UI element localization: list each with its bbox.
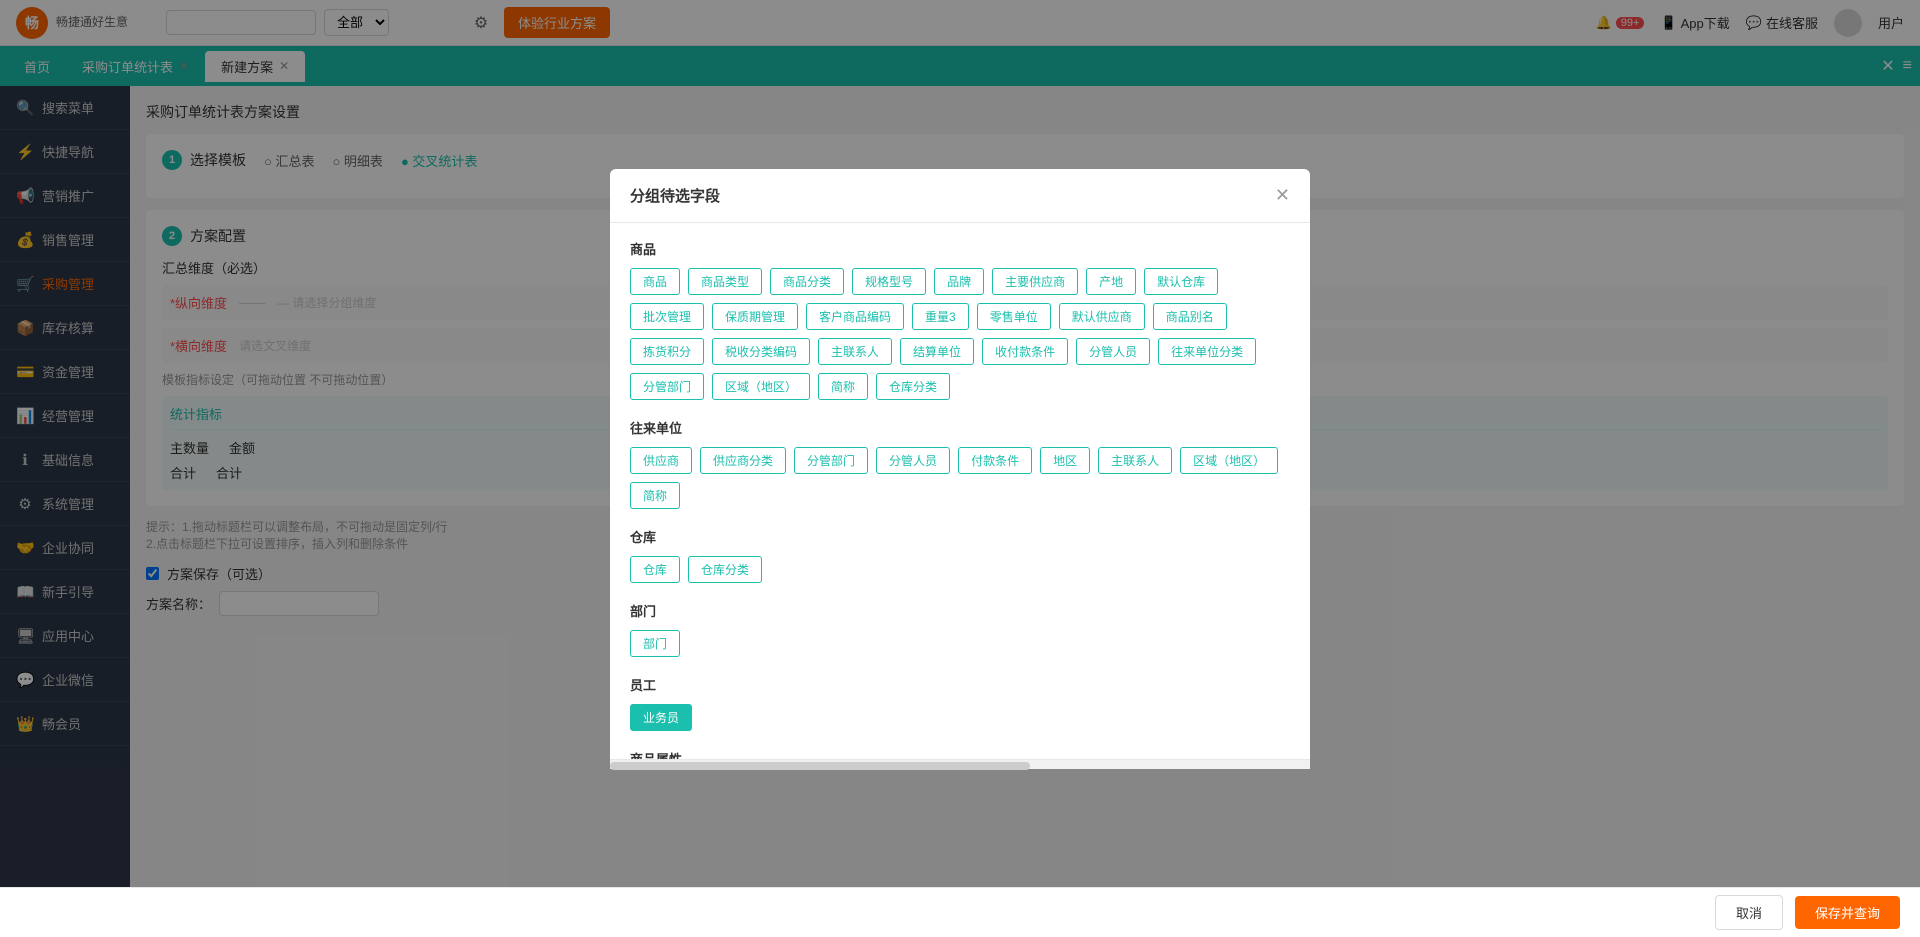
field-tag-department[interactable]: 部门 xyxy=(630,630,680,657)
field-tag-brand[interactable]: 品牌 xyxy=(934,268,984,295)
field-tag-main-contact[interactable]: 主联系人 xyxy=(818,338,892,365)
modal-scrollbar-thumb[interactable] xyxy=(610,762,1030,770)
field-tag-abbr[interactable]: 简称 xyxy=(818,373,868,400)
section-goods-tags: 商品 商品类型 商品分类 规格型号 品牌 主要供应商 产地 默认仓库 批次管理 … xyxy=(630,268,1290,400)
field-tag-warehouse-cat[interactable]: 仓库分类 xyxy=(688,556,762,583)
modal-dialog: 分组待选字段 ✕ 商品 商品 商品类型 商品分类 规格型号 品牌 主要供应商 产… xyxy=(610,169,1310,769)
field-tag-default-warehouse[interactable]: 默认仓库 xyxy=(1144,268,1218,295)
cancel-button[interactable]: 取消 xyxy=(1715,895,1783,930)
field-tag-pick-points[interactable]: 拣货积分 xyxy=(630,338,704,365)
save-button[interactable]: 保存并查询 xyxy=(1795,896,1900,929)
modal-body[interactable]: 商品 商品 商品类型 商品分类 规格型号 品牌 主要供应商 产地 默认仓库 批次… xyxy=(610,223,1310,759)
field-tag-goods-type[interactable]: 商品类型 xyxy=(688,268,762,295)
field-tag-warehouse-category[interactable]: 仓库分类 xyxy=(876,373,950,400)
field-tag-region2[interactable]: 区域（地区） xyxy=(1180,447,1278,474)
field-tag-region[interactable]: 区域（地区） xyxy=(712,373,810,400)
field-tag-supplier-category[interactable]: 供应商分类 xyxy=(700,447,786,474)
field-tag-warehouse[interactable]: 仓库 xyxy=(630,556,680,583)
field-tag-counterpart-category[interactable]: 往来单位分类 xyxy=(1158,338,1256,365)
field-tag-retail-unit[interactable]: 零售单位 xyxy=(977,303,1051,330)
section-goods-title: 商品 xyxy=(630,239,1290,258)
section-goods: 商品 商品 商品类型 商品分类 规格型号 品牌 主要供应商 产地 默认仓库 批次… xyxy=(630,239,1290,400)
section-employee-title: 员工 xyxy=(630,675,1290,694)
section-department-tags: 部门 xyxy=(630,630,1290,657)
field-tag-payment-terms[interactable]: 收付款条件 xyxy=(982,338,1068,365)
field-tag-area[interactable]: 地区 xyxy=(1040,447,1090,474)
field-tag-tax-code[interactable]: 税收分类编码 xyxy=(712,338,810,365)
field-tag-default-supplier[interactable]: 默认供应商 xyxy=(1059,303,1145,330)
field-tag-goods[interactable]: 商品 xyxy=(630,268,680,295)
section-counterpart-title: 往来单位 xyxy=(630,418,1290,437)
section-department: 部门 部门 xyxy=(630,601,1290,657)
section-warehouse-title: 仓库 xyxy=(630,527,1290,546)
section-department-title: 部门 xyxy=(630,601,1290,620)
field-tag-goods-alias[interactable]: 商品别名 xyxy=(1153,303,1227,330)
modal-header: 分组待选字段 ✕ xyxy=(610,169,1310,223)
section-employee-tags: 业务员 xyxy=(630,704,1290,731)
section-counterpart-tags: 供应商 供应商分类 分管部门 分管人员 付款条件 地区 主联系人 区域（地区） … xyxy=(630,447,1290,509)
field-tag-weight[interactable]: 重量3 xyxy=(912,303,969,330)
field-tag-dept-managed[interactable]: 分管部门 xyxy=(630,373,704,400)
field-tag-supplier[interactable]: 供应商 xyxy=(630,447,692,474)
field-tag-manager[interactable]: 分管人员 xyxy=(1076,338,1150,365)
field-tag-manager2[interactable]: 分管人员 xyxy=(876,447,950,474)
field-tag-expiry-mgmt[interactable]: 保质期管理 xyxy=(712,303,798,330)
field-tag-dept-managed2[interactable]: 分管部门 xyxy=(794,447,868,474)
bottom-toolbar: 取消 保存并查询 xyxy=(0,887,1920,937)
modal-overlay: 分组待选字段 ✕ 商品 商品 商品类型 商品分类 规格型号 品牌 主要供应商 产… xyxy=(0,0,1920,937)
field-tag-main-supplier[interactable]: 主要供应商 xyxy=(992,268,1078,295)
modal-title: 分组待选字段 xyxy=(630,185,720,206)
section-product-attr-title: 商品属性 xyxy=(630,749,1290,759)
field-tag-settlement-unit[interactable]: 结算单位 xyxy=(900,338,974,365)
field-tag-goods-category[interactable]: 商品分类 xyxy=(770,268,844,295)
field-tag-payment-cond[interactable]: 付款条件 xyxy=(958,447,1032,474)
field-tag-batch-mgmt[interactable]: 批次管理 xyxy=(630,303,704,330)
section-employee: 员工 业务员 xyxy=(630,675,1290,731)
field-tag-customer-code[interactable]: 客户商品编码 xyxy=(806,303,904,330)
modal-close-button[interactable]: ✕ xyxy=(1275,186,1290,204)
field-tag-main-contact2[interactable]: 主联系人 xyxy=(1098,447,1172,474)
field-tag-spec-model[interactable]: 规格型号 xyxy=(852,268,926,295)
field-tag-salesperson[interactable]: 业务员 xyxy=(630,704,692,731)
section-warehouse-tags: 仓库 仓库分类 xyxy=(630,556,1290,583)
modal-horizontal-scrollbar[interactable] xyxy=(610,759,1310,769)
section-warehouse: 仓库 仓库 仓库分类 xyxy=(630,527,1290,583)
section-product-attr: 商品属性 属性 颜色 多规格 尺码 鞋码 1 xyxy=(630,749,1290,759)
field-tag-origin[interactable]: 产地 xyxy=(1086,268,1136,295)
field-tag-abbr2[interactable]: 简称 xyxy=(630,482,680,509)
section-counterpart: 往来单位 供应商 供应商分类 分管部门 分管人员 付款条件 地区 主联系人 区域… xyxy=(630,418,1290,509)
